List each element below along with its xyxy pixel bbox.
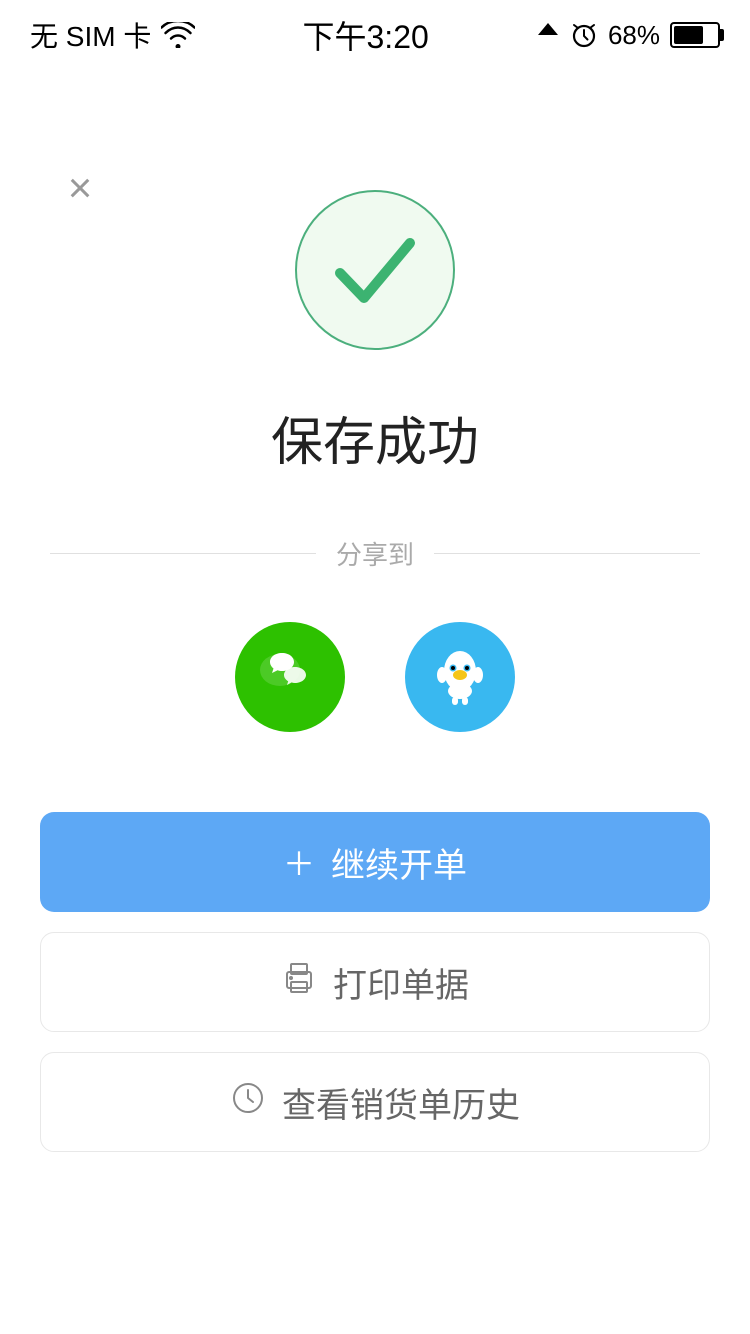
print-icon — [281, 960, 317, 1004]
location-icon — [536, 21, 560, 49]
history-icon — [230, 1080, 266, 1124]
print-label: 打印单据 — [333, 958, 469, 1007]
share-divider: 分享到 — [0, 535, 750, 572]
wechat-icon — [256, 648, 324, 706]
checkmark-icon — [330, 233, 420, 308]
success-title: 保存成功 — [271, 400, 479, 475]
share-icons — [235, 622, 515, 732]
action-buttons: ＋ 继续开单 打印单据 查看销货单历史 — [0, 812, 750, 1152]
history-label: 查看销货单历史 — [282, 1078, 520, 1127]
battery-icon — [670, 22, 720, 48]
status-left: 无 SIM 卡 — [30, 15, 195, 55]
divider-left — [50, 553, 316, 554]
continue-label: 继续开单 — [331, 838, 467, 887]
status-bar: 无 SIM 卡 下午3:20 68% — [0, 0, 750, 70]
status-right: 68% — [536, 20, 720, 51]
main-content: × 保存成功 分享到 — [0, 70, 750, 1334]
success-circle — [295, 190, 455, 350]
battery-percent: 68% — [608, 20, 660, 51]
divider-right — [434, 553, 700, 554]
print-button[interactable]: 打印单据 — [40, 932, 710, 1032]
close-button[interactable]: × — [50, 158, 110, 218]
sim-status: 无 SIM 卡 — [30, 15, 151, 55]
share-label: 分享到 — [316, 535, 434, 572]
history-button[interactable]: 查看销货单历史 — [40, 1052, 710, 1152]
qq-icon — [426, 643, 494, 711]
status-time: 下午3:20 — [303, 12, 429, 58]
continue-button[interactable]: ＋ 继续开单 — [40, 812, 710, 912]
plus-icon: ＋ — [283, 839, 315, 885]
wechat-share-button[interactable] — [235, 622, 345, 732]
alarm-icon — [570, 21, 598, 49]
wifi-icon — [161, 22, 195, 48]
qq-share-button[interactable] — [405, 622, 515, 732]
